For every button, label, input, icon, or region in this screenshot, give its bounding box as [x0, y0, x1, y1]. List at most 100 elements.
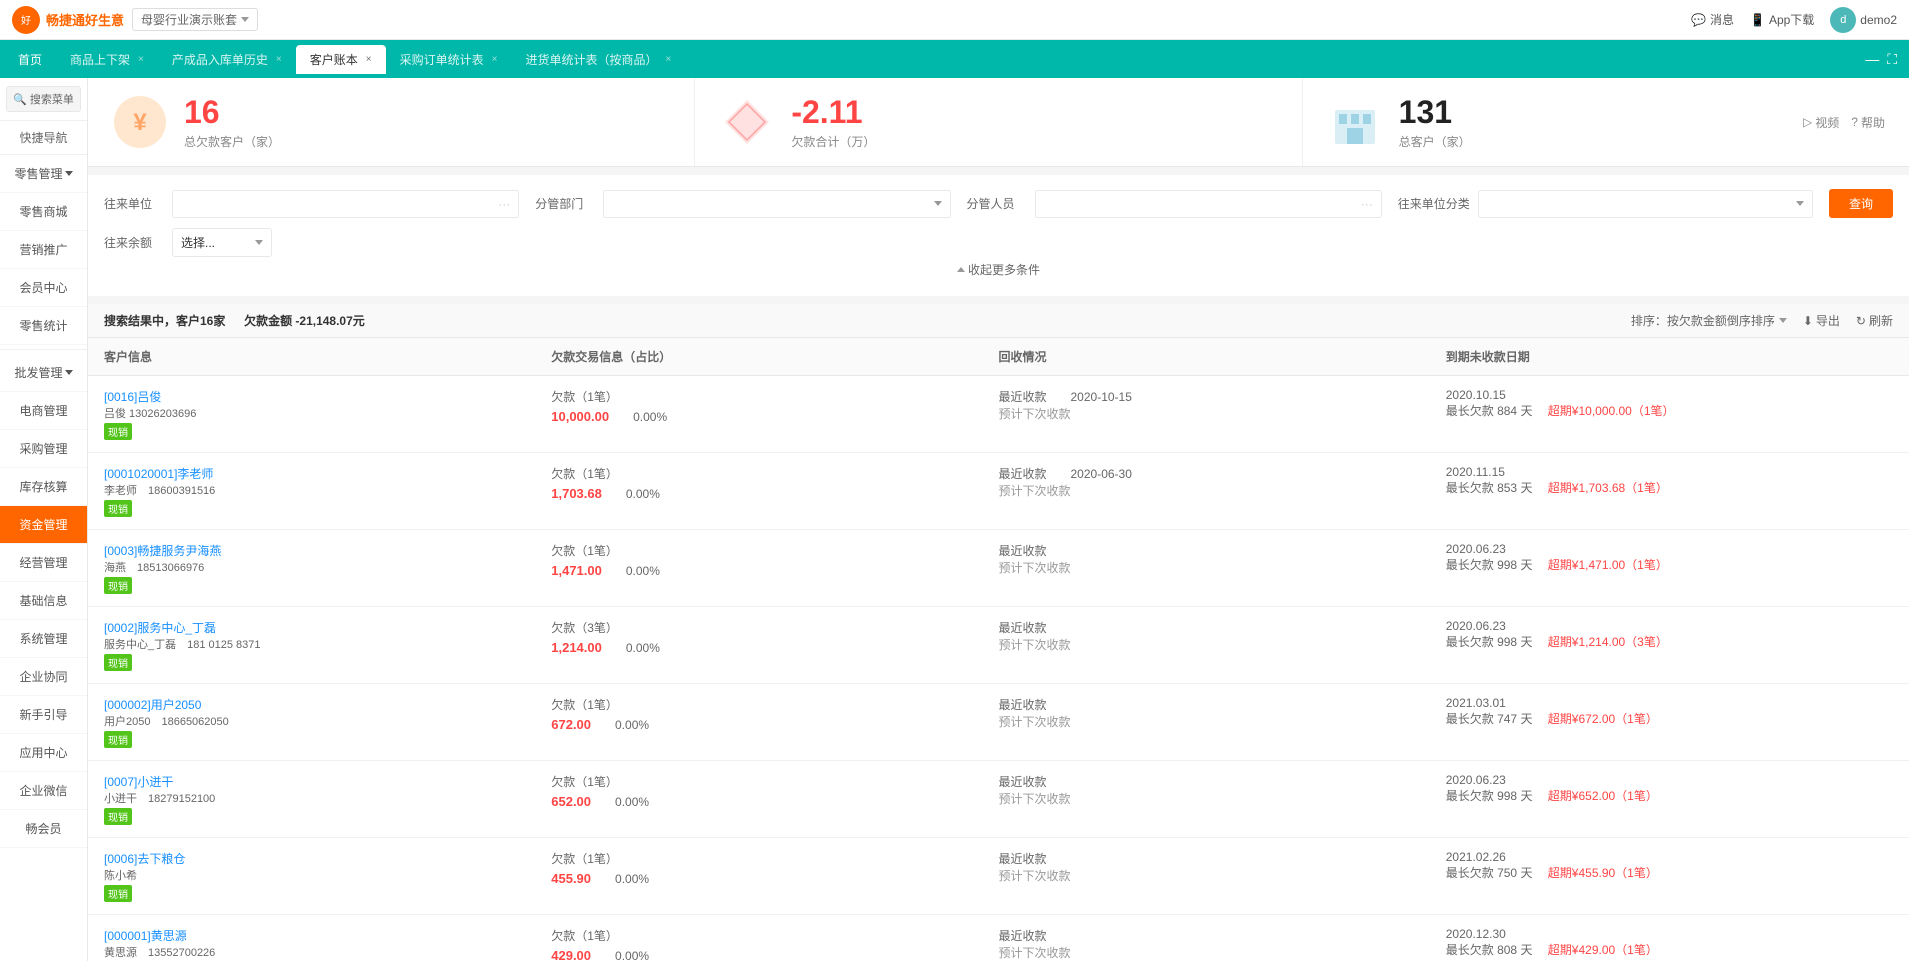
summary-card-2: -2.11 欠款合计（万）: [695, 78, 1302, 166]
industry-selector[interactable]: 母婴行业演示账套: [132, 8, 258, 31]
customer-cell-6: [0007]小迸干 小迸干 18279152100 现销: [104, 773, 551, 825]
tab-purchase-order[interactable]: 采购订单统计表 ×: [386, 45, 512, 74]
sidebar-item-enterprise[interactable]: 企业协同: [0, 658, 87, 696]
sidebar-item-retail-mall[interactable]: 零售商城: [0, 193, 87, 231]
sidebar-item-purchase[interactable]: 采购管理: [0, 430, 87, 468]
sidebar-item-new-guide[interactable]: 新手引导: [0, 696, 87, 734]
avatar: d: [1830, 7, 1856, 33]
tab-expand-icon[interactable]: ⛶: [1887, 51, 1897, 68]
customer-name-7[interactable]: [0006]去下粮仓: [104, 852, 185, 866]
filter-source-unit: 往来单位 ···: [104, 190, 519, 218]
tab-customer-account[interactable]: 客户账本 ×: [296, 45, 386, 74]
yuan-icon-svg: ¥: [112, 94, 168, 150]
overdue-amount-1[interactable]: 超期¥10,000.00（1笔）: [1548, 404, 1675, 418]
tab-customer-account-close[interactable]: ×: [366, 54, 372, 65]
tab-production-history[interactable]: 产成品入库单历史 ×: [158, 45, 296, 74]
debt-ratio-1: 0.00%: [633, 410, 667, 424]
balance-select[interactable]: 选择...: [172, 228, 272, 257]
sidebar-item-vip-member[interactable]: 畅会员: [0, 810, 87, 848]
debt-ratio-7: 0.00%: [615, 872, 649, 886]
tab-home[interactable]: 首页: [4, 45, 56, 74]
sidebar-item-finance[interactable]: 资金管理: [0, 506, 87, 544]
debt-amount-1[interactable]: 10,000.00: [551, 409, 609, 424]
sidebar-item-system[interactable]: 系统管理: [0, 620, 87, 658]
debt-row-5: 672.00 0.00%: [551, 717, 998, 732]
sidebar-item-retail-stats[interactable]: 零售统计: [0, 307, 87, 345]
sidebar-quick-nav[interactable]: 快捷导航: [0, 121, 87, 155]
collapse-label: 收起更多条件: [968, 261, 1040, 278]
debt-ratio-6: 0.00%: [615, 795, 649, 809]
new-guide-label: 新手引导: [19, 708, 67, 722]
unit-category-select[interactable]: [1478, 190, 1813, 218]
debt-amount-4[interactable]: 1,214.00: [551, 640, 602, 655]
video-action[interactable]: ▷ 视频: [1803, 114, 1839, 131]
customer-detail-5: 用户2050 18665062050: [104, 716, 229, 728]
source-unit-input[interactable]: ···: [172, 190, 519, 218]
help-action[interactable]: ? 帮助: [1851, 114, 1885, 131]
debt-count-4: 欠款（3笔）: [551, 619, 998, 636]
table-row: [0016]吕俊 吕俊 13026203696 现销 欠款（1笔） 10,000…: [88, 376, 1909, 453]
message-action[interactable]: 💬 消息: [1691, 11, 1734, 28]
username-label: demo2: [1860, 13, 1897, 27]
balance-chevron-icon: [255, 240, 263, 245]
refresh-button[interactable]: ↻ 刷新: [1856, 312, 1893, 329]
due-cell-7: 2021.02.26 最长欠款 750 天 超期¥455.90（1笔）: [1446, 850, 1893, 902]
sidebar-item-inventory[interactable]: 库存核算: [0, 468, 87, 506]
overdue-amount-3[interactable]: 超期¥1,471.00（1笔）: [1548, 558, 1668, 572]
recovery-cell-7: 最近收款 预计下次收款: [999, 850, 1446, 902]
customer-name-4[interactable]: [0002]服务中心_丁磊: [104, 621, 216, 635]
sidebar-search-button[interactable]: 🔍 搜索菜单: [6, 86, 81, 112]
sidebar-item-basic-info[interactable]: 基础信息: [0, 582, 87, 620]
overdue-amount-7[interactable]: 超期¥455.90（1笔）: [1548, 866, 1658, 880]
customer-name-1[interactable]: [0016]吕俊: [104, 390, 161, 404]
operations-label: 经营管理: [19, 556, 67, 570]
card-number-3: 131: [1399, 94, 1471, 131]
customer-name-5[interactable]: [000002]用户2050: [104, 698, 201, 712]
sidebar-item-retail-mgmt[interactable]: 零售管理: [0, 155, 87, 193]
sidebar-item-marketing[interactable]: 营销推广: [0, 231, 87, 269]
overdue-amount-6[interactable]: 超期¥652.00（1笔）: [1548, 789, 1658, 803]
app-container: 好 畅捷通好生意 母婴行业演示账套 💬 消息 📱 App下载 d demo2: [0, 0, 1909, 961]
overdue-amount-4[interactable]: 超期¥1,214.00（3笔）: [1548, 635, 1668, 649]
sort-select[interactable]: 排序：按欠款金额倒序排序: [1631, 312, 1787, 329]
overdue-amount-5[interactable]: 超期¥672.00（1笔）: [1548, 712, 1658, 726]
search-button[interactable]: 查询: [1829, 189, 1893, 218]
summary-cards: ¥ 16 总欠款客户（家）: [88, 78, 1909, 167]
tab-product-shelf-close[interactable]: ×: [138, 54, 144, 65]
tab-instock-stats-close[interactable]: ×: [665, 54, 671, 65]
overdue-amount-2[interactable]: 超期¥1,703.68（1笔）: [1548, 481, 1668, 495]
debt-amount-2[interactable]: 1,703.68: [551, 486, 602, 501]
customer-name-6[interactable]: [0007]小迸干: [104, 775, 173, 789]
overdue-amount-8[interactable]: 超期¥429.00（1笔）: [1548, 943, 1658, 957]
debt-count-6: 欠款（1笔）: [551, 773, 998, 790]
export-button[interactable]: ⬇ 导出: [1803, 312, 1840, 329]
debt-amount-5[interactable]: 672.00: [551, 717, 591, 732]
tab-product-shelf[interactable]: 商品上下架 ×: [56, 45, 158, 74]
debt-amount-6[interactable]: 652.00: [551, 794, 591, 809]
debt-amount-8[interactable]: 429.00: [551, 948, 591, 961]
debt-amount-7[interactable]: 455.90: [551, 871, 591, 886]
app-download-action[interactable]: 📱 App下载: [1750, 11, 1814, 28]
tab-purchase-order-close[interactable]: ×: [492, 54, 498, 65]
due-cell-2: 2020.11.15 最长欠款 853 天 超期¥1,703.68（1笔）: [1446, 465, 1893, 517]
sidebar-item-enterprise-wechat[interactable]: 企业微信: [0, 772, 87, 810]
customer-name-8[interactable]: [000001]黄思源: [104, 929, 187, 943]
tab-minimize-icon[interactable]: —: [1865, 51, 1879, 68]
customer-name-3[interactable]: [0003]畅捷服务尹海燕: [104, 544, 221, 558]
sidebar-item-app-center[interactable]: 应用中心: [0, 734, 87, 772]
user-profile[interactable]: d demo2: [1830, 7, 1897, 33]
debt-amount-3[interactable]: 1,471.00: [551, 563, 602, 578]
collapse-button[interactable]: 收起更多条件: [957, 261, 1040, 278]
export-label: 导出: [1816, 312, 1840, 329]
sidebar-item-ecommerce[interactable]: 电商管理: [0, 392, 87, 430]
person-input[interactable]: ···: [1035, 190, 1382, 218]
tab-instock-stats[interactable]: 进货单统计表（按商品） ×: [511, 45, 685, 74]
sidebar-item-operations[interactable]: 经营管理: [0, 544, 87, 582]
dept-select[interactable]: [603, 190, 950, 218]
customer-name-2[interactable]: [0001020001]李老师: [104, 467, 213, 481]
tab-bar-actions: — ⛶: [1865, 51, 1905, 68]
sidebar-item-batch-mgmt[interactable]: 批发管理: [0, 354, 87, 392]
sidebar-item-member[interactable]: 会员中心: [0, 269, 87, 307]
tab-production-history-close[interactable]: ×: [276, 54, 282, 65]
message-icon: 💬: [1691, 13, 1706, 27]
